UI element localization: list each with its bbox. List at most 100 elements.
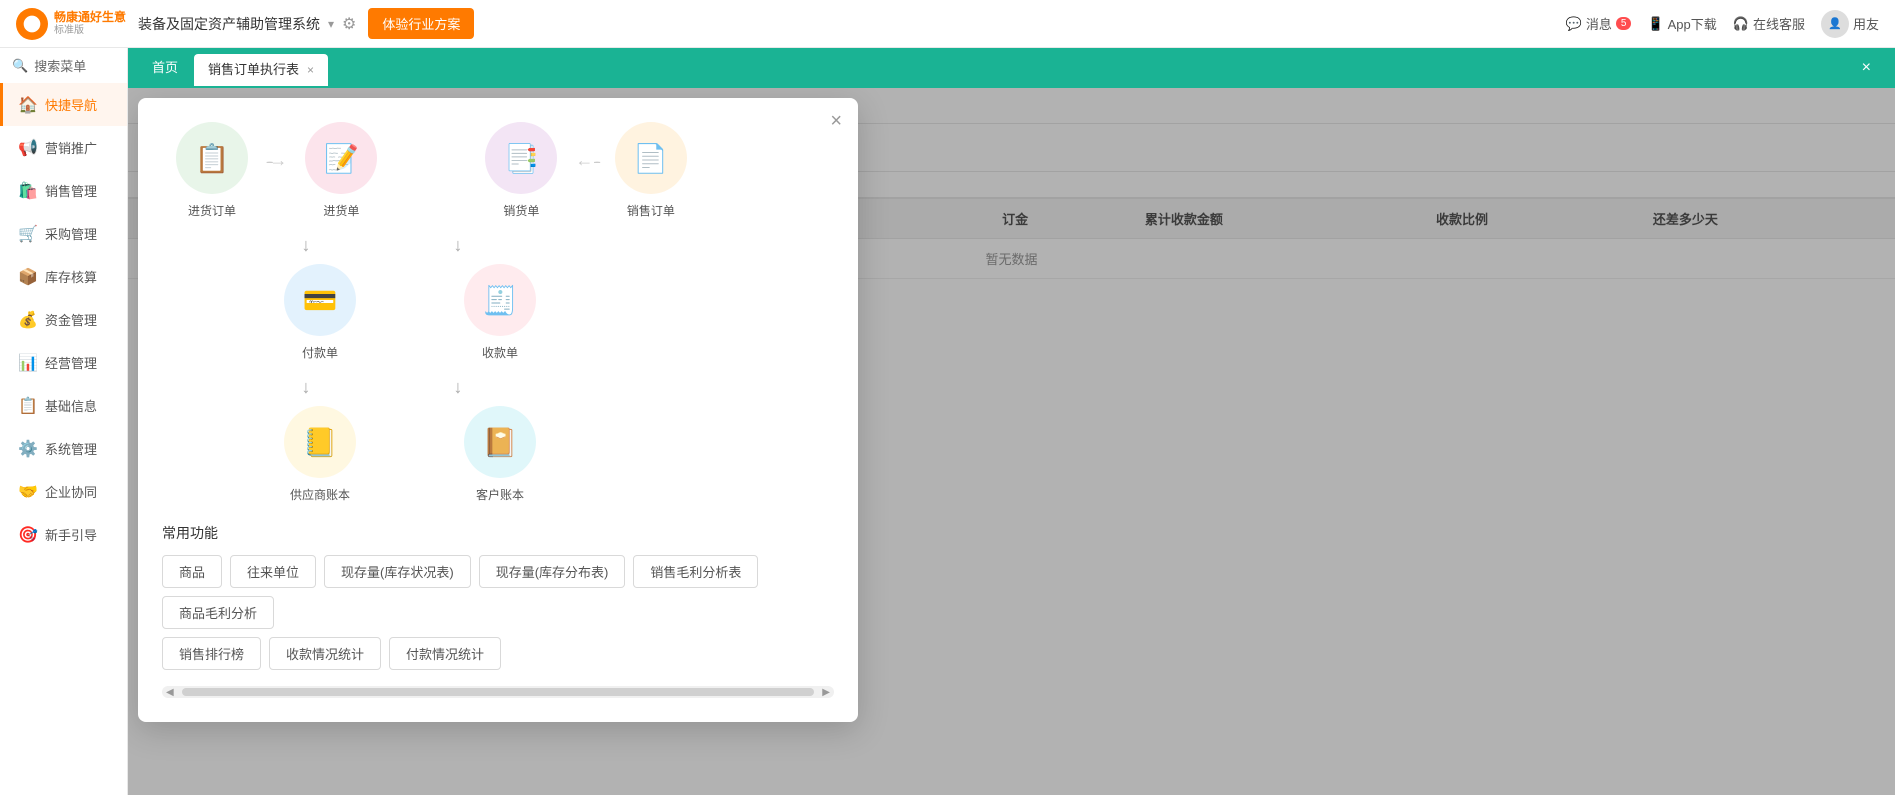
purchase-order-label: 进货订单 (188, 202, 236, 219)
sidebar-item-guide[interactable]: 🎯 新手引导 (0, 513, 127, 556)
avatar: 👤 (1821, 10, 1849, 38)
purchase-order-circle: 📋 (176, 122, 248, 194)
tab-close-icon[interactable]: × (307, 54, 314, 86)
sidebar-item-quick-nav[interactable]: 🏠 快捷导航 (0, 83, 127, 126)
sales-bill-circle: 📑 (485, 122, 557, 194)
download-icon: 📱 (1647, 16, 1663, 32)
message-icon: 💬 (1566, 16, 1582, 32)
sales-order-circle: 📄 (615, 122, 687, 194)
flow-node-purchase-order[interactable]: 📋 进货订单 (162, 122, 262, 219)
sales-bill-label: 销货单 (503, 202, 539, 219)
messages-button[interactable]: 💬 消息 5 (1566, 14, 1632, 33)
logo-line1: 畅康通好生意 (54, 10, 126, 24)
sidebar-item-marketing[interactable]: 📢 营销推广 (0, 126, 127, 169)
customer-ledger-circle: 📔 (464, 406, 536, 478)
sidebar-item-basic-info[interactable]: 📋 基础信息 (0, 384, 127, 427)
marketing-icon: 📢 (19, 139, 37, 157)
page-content: ❓ 帮助 🖨️ 按模板打印 ▾ 📤 导出 (128, 88, 1895, 795)
sidebar-item-finance[interactable]: 💰 资金管理 (0, 298, 127, 341)
func-btn-0[interactable]: 商品 (162, 555, 222, 588)
supplier-ledger-circle: 📒 (284, 406, 356, 478)
sidebar-item-enterprise[interactable]: 🤝 企业协同 (0, 470, 127, 513)
func-btn-8[interactable]: 付款情况统计 (389, 637, 501, 670)
sidebar-item-system[interactable]: ⚙️ 系统管理 (0, 427, 127, 470)
payment-label: 付款单 (302, 344, 338, 361)
func-btn-6[interactable]: 销售排行榜 (162, 637, 261, 670)
flow-node-supplier-ledger[interactable]: 📒 供应商账本 (270, 406, 370, 503)
sidebar-item-sales[interactable]: 🛍️ 销售管理 (0, 169, 127, 212)
scroll-thumb[interactable] (182, 688, 814, 696)
modal-close-button[interactable]: × (830, 110, 842, 133)
receipt-label: 收款单 (482, 344, 518, 361)
down-arrow-pay: ↓ (302, 377, 311, 398)
sidebar-item-purchase[interactable]: 🛒 采购管理 (0, 212, 127, 255)
func-btn-2[interactable]: 现存量(库存状况表) (324, 555, 471, 588)
scroll-left-arrow[interactable]: ◀ (166, 687, 174, 698)
logo-line2: 标准版 (54, 25, 126, 37)
search-menu[interactable]: 🔍 搜索菜单 (0, 48, 127, 83)
flow-node-payment[interactable]: 💳 付款单 (270, 264, 370, 361)
payment-circle: 💳 (284, 264, 356, 336)
settings-icon[interactable]: ⚙ (342, 14, 356, 34)
tab-bar-close-icon[interactable]: × (1846, 59, 1887, 77)
message-badge: 5 (1616, 17, 1632, 30)
tab-bar: 首页 销售订单执行表 × × (128, 48, 1895, 88)
top-bar: 畅康通好生意 标准版 装备及固定资产辅助管理系统 ▾ ⚙ 体验行业方案 💬 消息… (0, 0, 1895, 48)
down-arrow-rec: ↓ (454, 377, 463, 398)
finance-icon: 💰 (19, 311, 37, 329)
flow-node-customer-ledger[interactable]: 📔 客户账本 (450, 406, 550, 503)
tab-sales-order[interactable]: 销售订单执行表 × (194, 54, 328, 86)
flow-node-receipt[interactable]: 🧾 收款单 (450, 264, 550, 361)
logo-area: 畅康通好生意 标准版 (16, 8, 126, 40)
func-btn-4[interactable]: 销售毛利分析表 (633, 555, 758, 588)
flow-node-sales-bill[interactable]: 📑 销货单 (471, 122, 571, 219)
sales-order-label: 销售订单 (627, 202, 675, 219)
flow-diagram: 📋 进货订单 - - - - - - → (162, 122, 834, 503)
guide-icon: 🎯 (19, 526, 37, 544)
supplier-ledger-label: 供应商账本 (290, 486, 350, 503)
system-dropdown-icon[interactable]: ▾ (328, 17, 334, 31)
flow-node-purchase-bill[interactable]: 📝 进货单 (291, 122, 391, 219)
down-arrow-sb: ↓ (454, 235, 463, 256)
app-logo (16, 8, 48, 40)
content-area: 首页 销售订单执行表 × × ❓ 帮助 (128, 48, 1895, 795)
modal-overlay: × 📋 进货订单 (128, 88, 1895, 795)
online-service-button[interactable]: 🎧 在线客服 (1733, 14, 1805, 33)
search-icon: 🔍 (12, 58, 28, 74)
scroll-right-arrow[interactable]: ▶ (822, 687, 830, 698)
purchase-icon: 🛒 (19, 225, 37, 243)
flow-node-sales-order[interactable]: 📄 销售订单 (601, 122, 701, 219)
func-btn-5[interactable]: 商品毛利分析 (162, 596, 274, 629)
modal-scrollbar[interactable]: ◀ ▶ (162, 686, 834, 698)
basic-icon: 📋 (19, 397, 37, 415)
common-functions: 常用功能 商品 往来单位 现存量(库存状况表) 现存量(库存分布表) 销售毛利分… (162, 523, 834, 670)
system-title: 装备及固定资产辅助管理系统 (138, 14, 320, 34)
common-functions-title: 常用功能 (162, 523, 834, 543)
func-btn-7[interactable]: 收款情况统计 (269, 637, 381, 670)
inventory-icon: 📦 (19, 268, 37, 286)
down-arrow-pb: ↓ (302, 235, 311, 256)
customer-ledger-label: 客户账本 (476, 486, 524, 503)
purchase-bill-circle: 📝 (305, 122, 377, 194)
tab-home[interactable]: 首页 (136, 48, 194, 88)
experience-button[interactable]: 体验行业方案 (368, 8, 474, 39)
function-buttons: 商品 往来单位 现存量(库存状况表) 现存量(库存分布表) 销售毛利分析表 商品… (162, 555, 834, 629)
enterprise-icon: 🤝 (19, 483, 37, 501)
sidebar: 🔍 搜索菜单 🏠 快捷导航 📢 营销推广 🛍️ 销售管理 🛒 (0, 48, 128, 795)
app-download-button[interactable]: 📱 App下载 (1647, 14, 1716, 33)
func-btn-3[interactable]: 现存量(库存分布表) (479, 555, 626, 588)
operations-icon: 📊 (19, 354, 37, 372)
system-icon: ⚙️ (19, 440, 37, 458)
home-icon: 🏠 (19, 96, 37, 114)
purchase-bill-label: 进货单 (323, 202, 359, 219)
service-icon: 🎧 (1733, 16, 1749, 32)
sidebar-nav: 🏠 快捷导航 📢 营销推广 🛍️ 销售管理 🛒 采购管理 📦 库存 (0, 83, 127, 795)
sidebar-item-operations[interactable]: 📊 经营管理 (0, 341, 127, 384)
func-btn-1[interactable]: 往来单位 (230, 555, 316, 588)
sidebar-item-inventory[interactable]: 📦 库存核算 (0, 255, 127, 298)
user-area[interactable]: 👤 用友 (1821, 10, 1879, 38)
receipt-circle: 🧾 (464, 264, 536, 336)
arrow-po-to-pb: - - - - - - → (266, 150, 287, 171)
arrow-so-to-sb: ← - - - - - - (575, 150, 596, 171)
sales-icon: 🛍️ (19, 182, 37, 200)
